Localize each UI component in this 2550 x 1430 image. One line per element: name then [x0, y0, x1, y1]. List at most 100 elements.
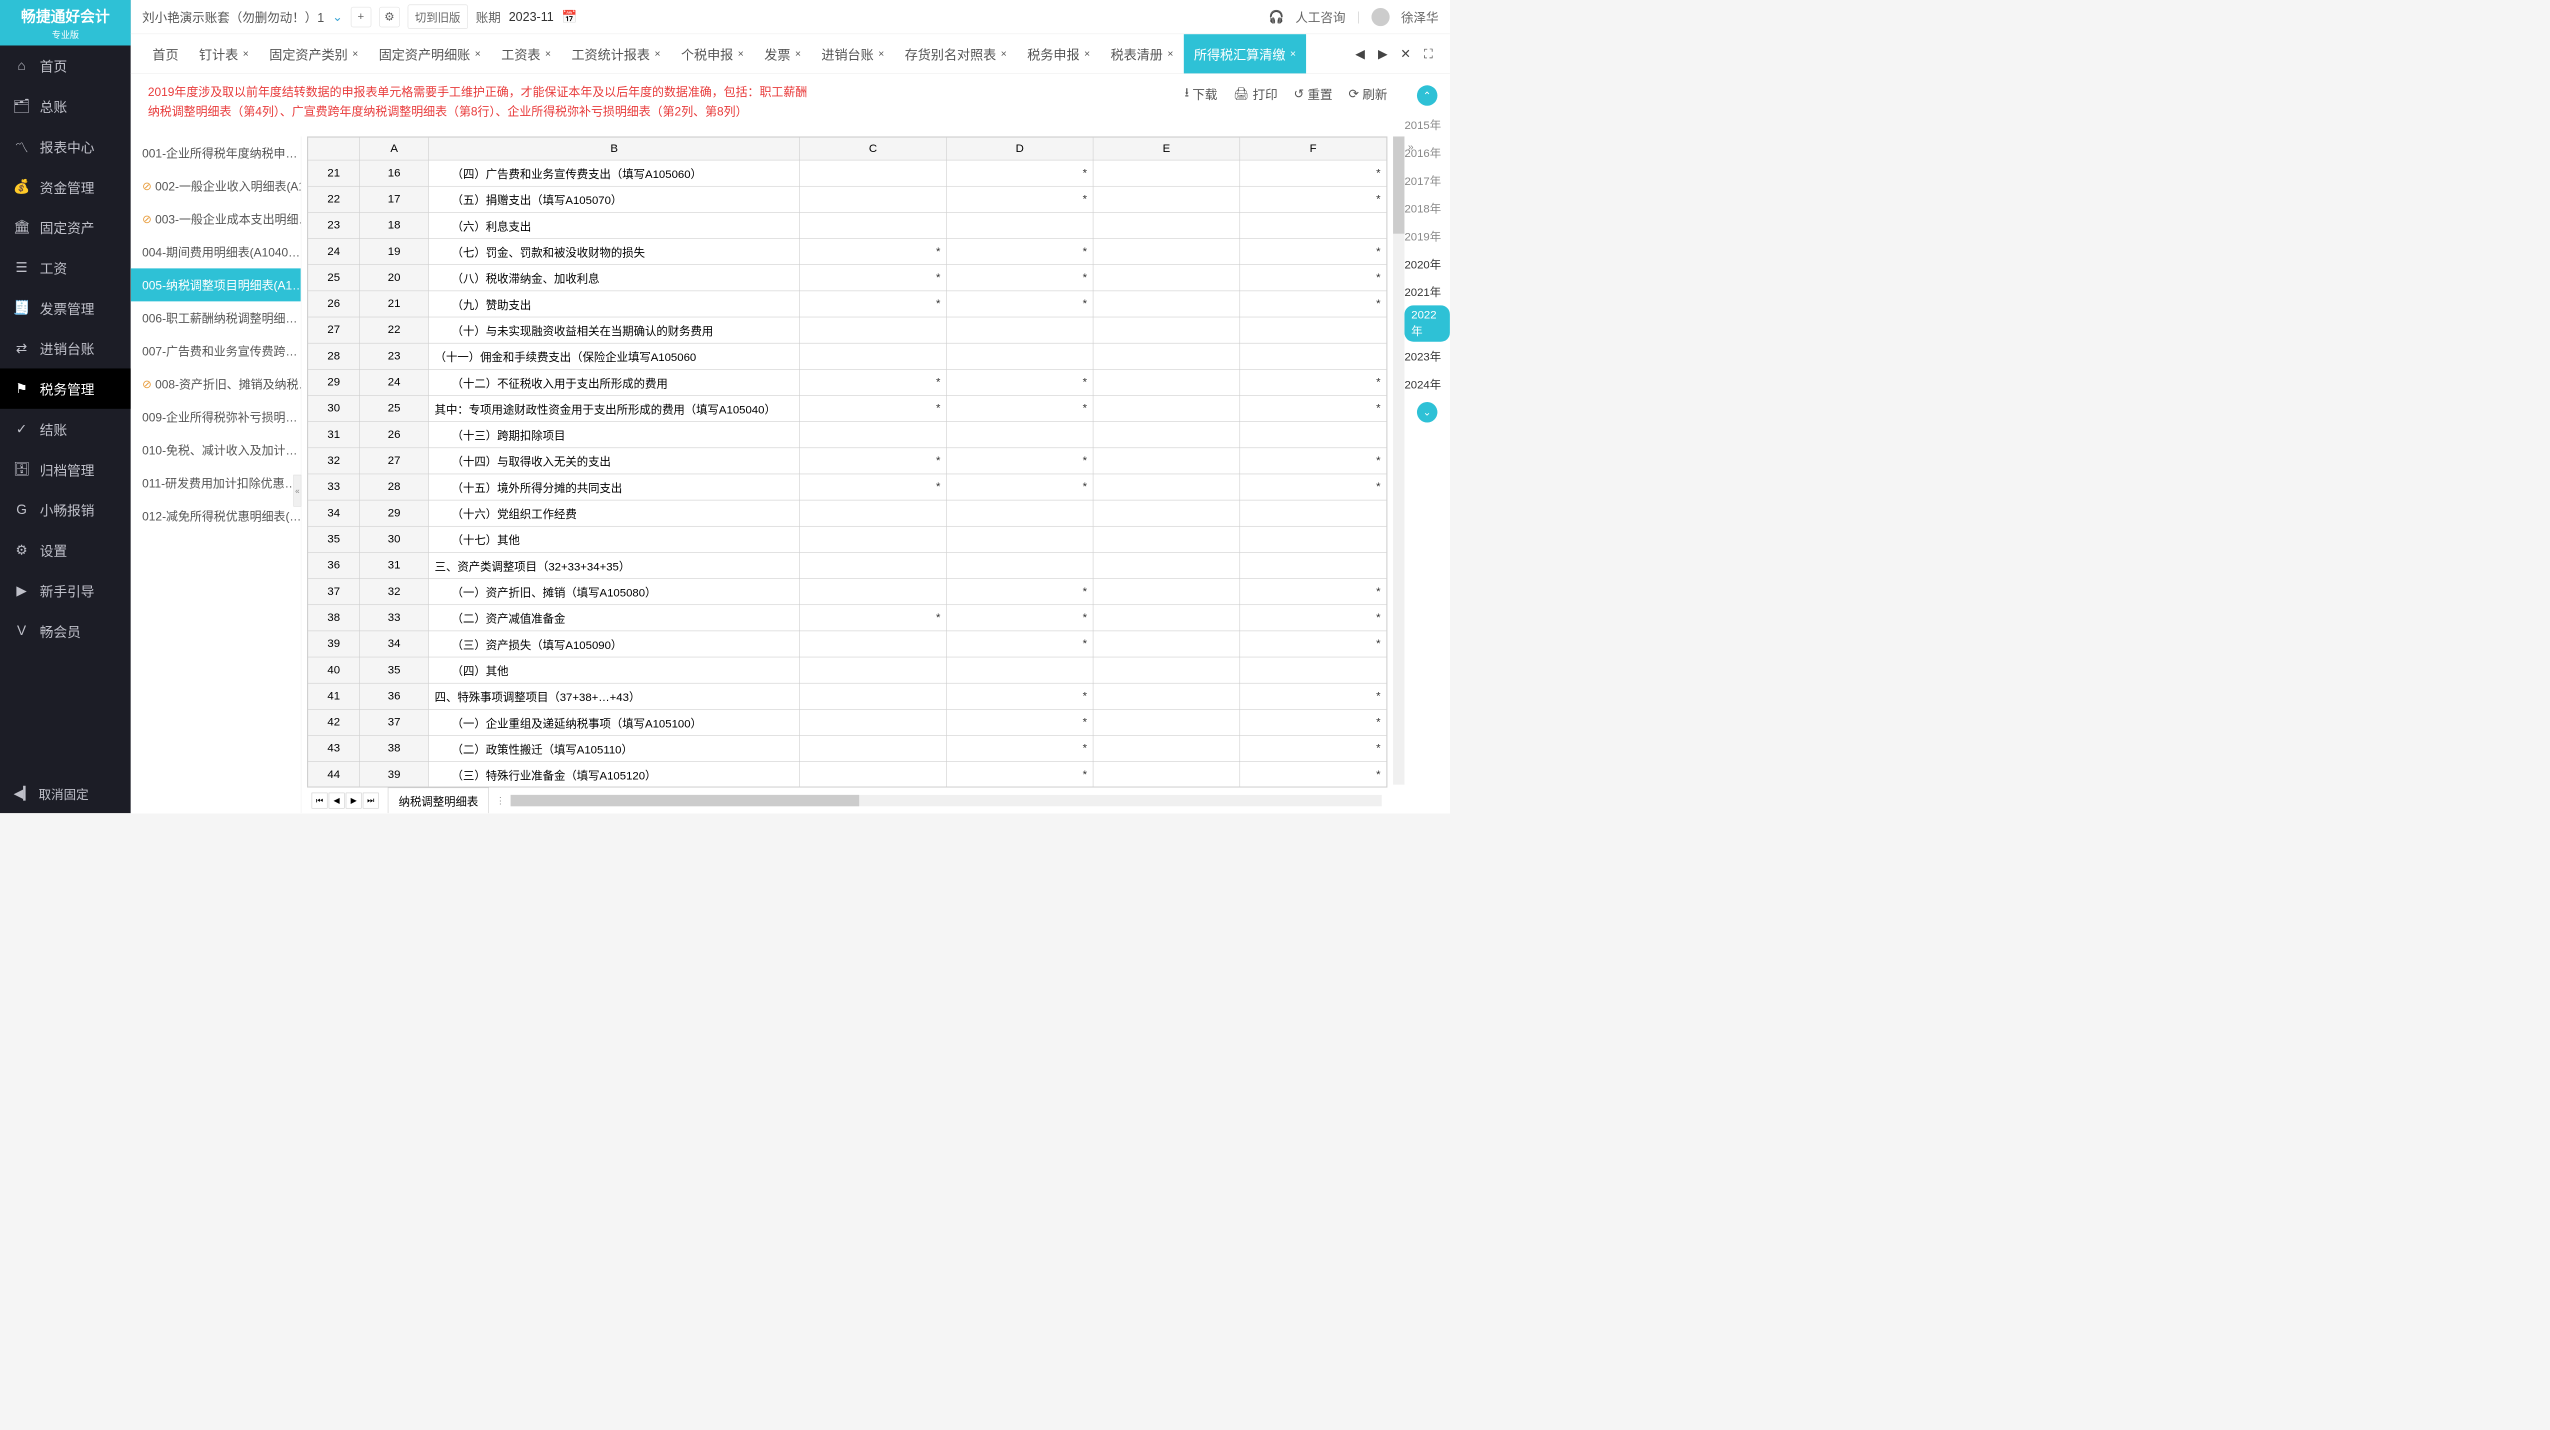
cell[interactable] [946, 526, 1093, 552]
nav-item-5[interactable]: ☰工资 [0, 247, 131, 287]
cell[interactable]: （二）政策性搬迁（填写A105110） [429, 735, 800, 761]
sheet-nav-prev[interactable]: ◀ [329, 792, 345, 808]
row-header[interactable]: 44 [308, 762, 360, 787]
column-header[interactable]: A [360, 137, 429, 160]
row-header[interactable]: 28 [308, 343, 360, 369]
spreadsheet[interactable]: ABCDEF2116 （四）广告费和业务宣传费支出（填写A105060）**22… [307, 136, 1387, 786]
tabs-prev-button[interactable]: ◀ [1350, 43, 1370, 63]
cell[interactable]: （七）罚金、罚款和被没收财物的损失 [429, 239, 800, 265]
column-header[interactable]: D [946, 137, 1093, 160]
tree-item-7[interactable]: ⊘008-资产折旧、摊销及纳税… [131, 367, 301, 400]
tabs-fullscreen-button[interactable]: ⛶ [1418, 43, 1438, 63]
chevron-down-icon[interactable]: ⌄ [332, 9, 342, 24]
nav-item-7[interactable]: ⇄进销台账 [0, 328, 131, 368]
cell[interactable]: （九）赞助支出 [429, 291, 800, 317]
cell[interactable]: * [800, 448, 947, 474]
period-value[interactable]: 2023-11 [509, 9, 554, 24]
print-button[interactable]: 🖨打印 [1233, 83, 1277, 105]
cell[interactable]: * [800, 239, 947, 265]
column-header[interactable] [308, 137, 360, 160]
row-header[interactable]: 43 [308, 735, 360, 761]
nav-item-6[interactable]: 🧾发票管理 [0, 288, 131, 328]
tree-item-2[interactable]: ⊘003-一般企业成本支出明细… [131, 202, 301, 235]
cell[interactable] [1093, 552, 1240, 578]
cell[interactable] [1093, 579, 1240, 605]
tab-7[interactable]: 发票× [754, 34, 811, 74]
close-icon[interactable]: × [352, 48, 358, 60]
row-header[interactable]: 42 [308, 709, 360, 735]
tree-item-3[interactable]: 004-期间费用明细表(A1040… [131, 235, 301, 268]
cell[interactable]: * [1240, 395, 1387, 421]
cell[interactable]: * [946, 395, 1093, 421]
nav-item-11[interactable]: G小畅报销 [0, 490, 131, 530]
cell[interactable]: （十七）其他 [429, 526, 800, 552]
calendar-icon[interactable]: 📅 [562, 9, 578, 24]
tree-item-9[interactable]: 010-免税、减计收入及加计… [131, 433, 301, 466]
cell[interactable]: 34 [360, 631, 429, 657]
cell[interactable] [1240, 526, 1387, 552]
tree-item-4[interactable]: 005-纳税调整项目明细表(A1… [131, 268, 301, 301]
cell[interactable] [800, 735, 947, 761]
cell[interactable]: * [1240, 605, 1387, 631]
cell[interactable]: 32 [360, 579, 429, 605]
cell[interactable]: * [946, 579, 1093, 605]
close-icon[interactable]: × [1084, 48, 1090, 60]
cell[interactable]: * [800, 291, 947, 317]
sheet-nav-next[interactable]: ▶ [346, 792, 362, 808]
row-header[interactable]: 35 [308, 526, 360, 552]
cell[interactable]: * [946, 239, 1093, 265]
cell[interactable] [1093, 735, 1240, 761]
cell[interactable]: （八）税收滞纳金、加收利息 [429, 265, 800, 291]
account-selector[interactable]: 刘小艳演示账套（勿删勿动！）1 [142, 8, 324, 26]
horizontal-scrollbar[interactable] [511, 795, 1382, 806]
nav-item-4[interactable]: 🏛固定资产 [0, 207, 131, 247]
close-icon[interactable]: × [545, 48, 551, 60]
tab-8[interactable]: 进销台账× [811, 34, 894, 74]
cell[interactable]: （十）与未实现融资收益相关在当期确认的财务费用 [429, 317, 800, 343]
year-item[interactable]: 2023年 [1404, 342, 1449, 370]
cell[interactable]: 39 [360, 762, 429, 787]
tree-item-8[interactable]: 009-企业所得税弥补亏损明… [131, 400, 301, 433]
tabs-close-all-button[interactable]: ✕ [1395, 43, 1415, 63]
tree-item-6[interactable]: 007-广告费和业务宣传费跨… [131, 334, 301, 367]
cell[interactable]: * [946, 265, 1093, 291]
cell[interactable] [1093, 186, 1240, 212]
sheet-tab[interactable]: 纳税调整明细表 [388, 787, 489, 813]
unpin-sidebar[interactable]: ◀▎ 取消固定 [0, 774, 131, 813]
row-header[interactable]: 36 [308, 552, 360, 578]
cell[interactable] [1093, 683, 1240, 709]
year-scroll-up-button[interactable]: ⌃ [1417, 85, 1437, 105]
cell[interactable]: 22 [360, 317, 429, 343]
cell[interactable]: * [946, 762, 1093, 787]
cell[interactable]: （三）资产损失（填写A105090） [429, 631, 800, 657]
cell[interactable]: （五）捐赠支出（填写A105070） [429, 186, 800, 212]
tree-item-5[interactable]: 006-职工薪酬纳税调整明细… [131, 301, 301, 334]
cell[interactable] [800, 317, 947, 343]
cell[interactable]: * [946, 683, 1093, 709]
tree-item-10[interactable]: 011-研发费用加计扣除优惠… [131, 466, 301, 499]
row-header[interactable]: 40 [308, 657, 360, 683]
cell[interactable]: （六）利息支出 [429, 212, 800, 238]
cell[interactable] [800, 631, 947, 657]
column-header[interactable]: B [429, 137, 800, 160]
cell[interactable]: * [1240, 160, 1387, 186]
cell[interactable] [800, 709, 947, 735]
cell[interactable]: * [800, 265, 947, 291]
cell[interactable]: * [1240, 683, 1387, 709]
cell[interactable] [946, 317, 1093, 343]
cell[interactable] [800, 160, 947, 186]
cell[interactable] [1240, 422, 1387, 448]
cell[interactable]: 20 [360, 265, 429, 291]
cell[interactable]: * [1240, 631, 1387, 657]
nav-item-9[interactable]: ✓结账 [0, 409, 131, 449]
cell[interactable]: * [1240, 186, 1387, 212]
cell[interactable] [1093, 448, 1240, 474]
cell[interactable]: * [946, 709, 1093, 735]
nav-item-13[interactable]: ▶新手引导 [0, 570, 131, 610]
cell[interactable] [1093, 631, 1240, 657]
cell[interactable] [1093, 369, 1240, 395]
cell[interactable]: （四）其他 [429, 657, 800, 683]
cell[interactable]: 36 [360, 683, 429, 709]
nav-item-3[interactable]: 💰资金管理 [0, 167, 131, 207]
cell[interactable] [1093, 317, 1240, 343]
